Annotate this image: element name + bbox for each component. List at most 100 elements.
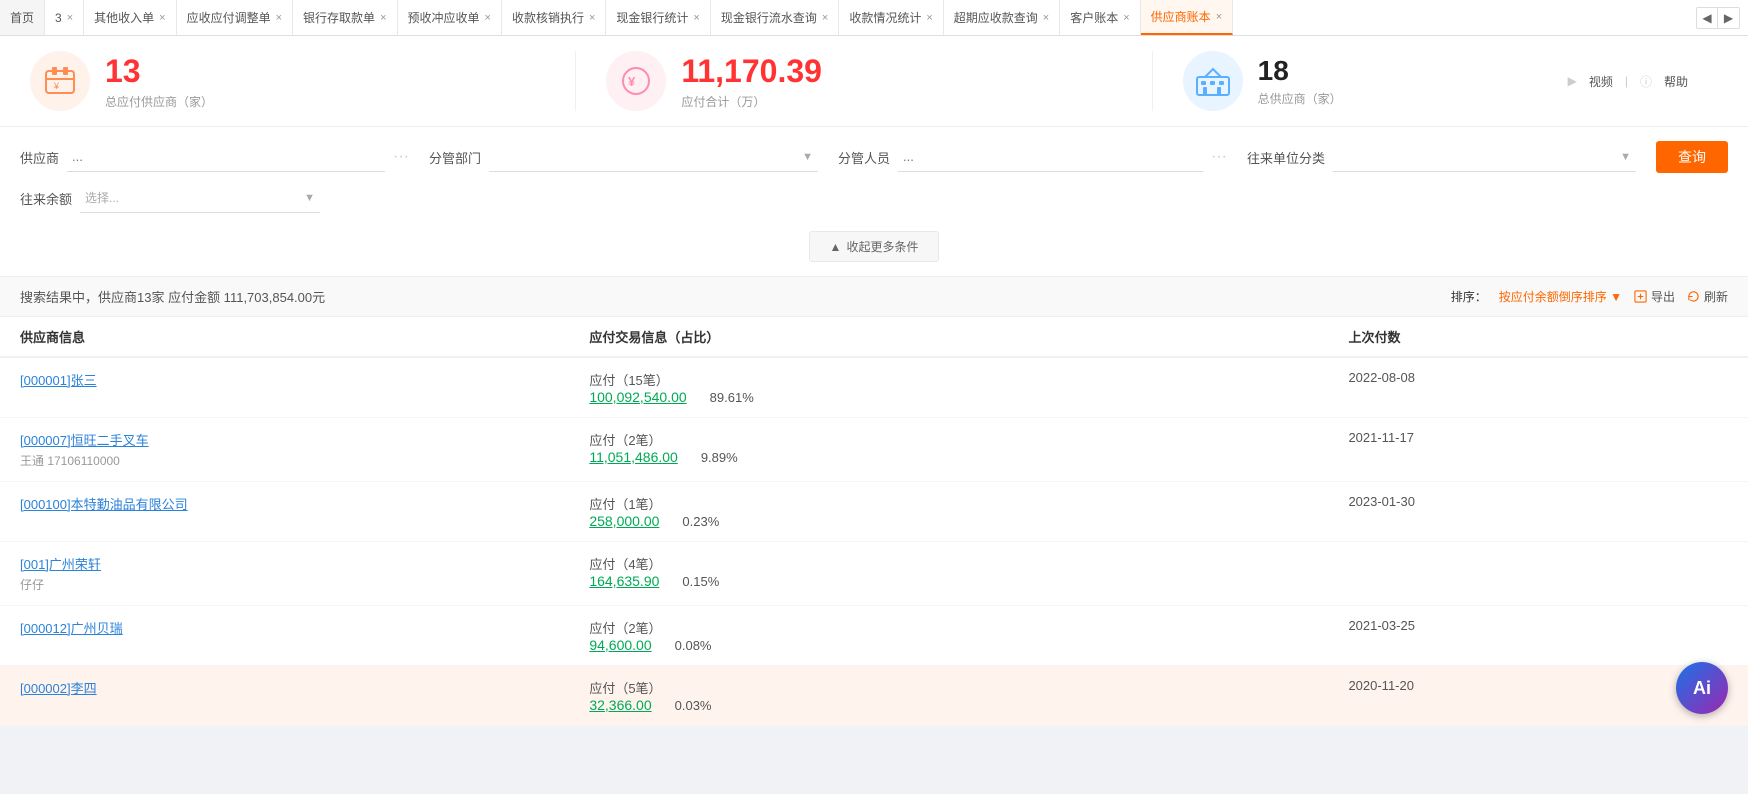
ai-assistant-button[interactable]: Ai <box>1676 662 1728 714</box>
supplier-link[interactable]: [000007]恒旺二手叉车 <box>20 430 589 449</box>
nav-tab-supplier-ledger[interactable]: 供应商账本 × <box>1141 0 1233 35</box>
transaction-amount[interactable]: 164,635.90 <box>589 573 659 589</box>
supplier-filter-input[interactable] <box>67 142 385 172</box>
transaction-pct: 89.61% <box>710 390 754 405</box>
top-navigation: 首页 3 × 其他收入单 × 应收应付调整单 × 银行存取款单 × 预收冲应收单… <box>0 0 1748 36</box>
nav-tab-overdue-close[interactable]: × <box>1043 12 1049 24</box>
table-header: 供应商信息 应付交易信息（占比） 上次付数 <box>0 317 1748 358</box>
transaction-amount[interactable]: 258,000.00 <box>589 513 659 529</box>
lastpay-col: 2021-11-17 <box>1348 430 1728 445</box>
table-body: [000001]张三 应付（15笔） 100,092,540.00 89.61%… <box>0 358 1748 726</box>
nav-tab-collection-stats[interactable]: 收款情况统计 × <box>839 0 943 35</box>
supplier-link[interactable]: [000100]本特勤油品有限公司 <box>20 494 589 513</box>
query-button[interactable]: 查询 <box>1656 141 1728 173</box>
nav-tab-cash-bank-stats-label: 现金银行统计 <box>616 9 688 26</box>
last-pay-date: 2020-11-20 <box>1348 678 1414 693</box>
transaction-row: 32,366.00 0.03% <box>589 697 1348 713</box>
nav-tab-customer-ledger[interactable]: 客户账本 × <box>1060 0 1140 35</box>
nav-tab-cash-bank-stats-close[interactable]: × <box>693 12 699 24</box>
transaction-amount[interactable]: 11,051,486.00 <box>589 449 678 465</box>
nav-tab-cash-bank-flow-close[interactable]: × <box>822 12 828 24</box>
nav-tab-other-income-label: 其他收入单 <box>94 9 154 26</box>
table-row: [000001]张三 应付（15笔） 100,092,540.00 89.61%… <box>0 358 1748 418</box>
summary-label-payable-suppliers: 总应付供应商（家） <box>105 93 213 110</box>
transaction-amount[interactable]: 100,092,540.00 <box>589 389 686 405</box>
nav-tab-cash-bank-stats[interactable]: 现金银行统计 × <box>606 0 710 35</box>
filter-item-dept: 分管部门 ▼ <box>429 142 818 172</box>
refresh-button[interactable]: 刷新 <box>1687 288 1728 305</box>
export-label: 导出 <box>1651 288 1675 305</box>
nav-tab-overdue[interactable]: 超期应收款查询 × <box>944 0 1060 35</box>
collapse-button[interactable]: ▲ 收起更多条件 <box>809 231 940 262</box>
transaction-pct: 9.89% <box>701 450 738 465</box>
transaction-col: 应付（5笔） 32,366.00 0.03% <box>589 678 1348 713</box>
transaction-row: 100,092,540.00 89.61% <box>589 389 1348 405</box>
summary-icon-total-payable: ¥ <box>606 51 666 111</box>
nav-tab-overdue-label: 超期应收款查询 <box>954 9 1038 26</box>
dept-filter-select[interactable]: ▼ <box>489 142 818 172</box>
nav-tab-adjustments-close[interactable]: × <box>276 12 282 24</box>
transaction-pct: 0.03% <box>675 698 712 713</box>
nav-tab-3[interactable]: 3 × <box>45 0 84 35</box>
supplier-info-col: [000001]张三 <box>20 370 589 392</box>
table-row: [000002]李四 应付（5笔） 32,366.00 0.03% 2020-1… <box>0 666 1748 726</box>
supplier-link[interactable]: [001]广州荣轩 <box>20 554 589 573</box>
nav-tab-supplier-ledger-close[interactable]: × <box>1216 11 1222 23</box>
nav-tab-collection-stats-close[interactable]: × <box>926 12 932 24</box>
transaction-amount[interactable]: 32,366.00 <box>589 697 651 713</box>
table-row: [000007]恒旺二手叉车 王通 17106110000 应付（2笔） 11,… <box>0 418 1748 482</box>
nav-tab-adjustments[interactable]: 应收应付调整单 × <box>177 0 293 35</box>
balance-filter-select[interactable]: 选择... ▼ <box>80 183 320 213</box>
last-pay-date: 2021-11-17 <box>1348 430 1414 445</box>
help-link[interactable]: 帮助 <box>1664 73 1688 90</box>
summary-number-total-payable: 11,170.39 <box>681 53 822 90</box>
nav-tab-collection-stats-label: 收款情况统计 <box>849 9 921 26</box>
nav-tab-prepay-close[interactable]: × <box>485 12 491 24</box>
balance-placeholder: 选择... <box>85 189 119 206</box>
nav-tab-supplier-ledger-label: 供应商账本 <box>1151 8 1211 25</box>
help-icon: ⓘ <box>1640 73 1652 90</box>
nav-tab-home-label: 首页 <box>10 9 34 26</box>
nav-prev-arrow[interactable]: ◀ <box>1696 7 1718 29</box>
table-row: [001]广州荣轩 仔仔 应付（4笔） 164,635.90 0.15% <box>0 542 1748 606</box>
supplier-sub: 仔仔 <box>20 576 589 593</box>
nav-tab-cash-bank-flow[interactable]: 现金银行流水查询 × <box>711 0 839 35</box>
nav-tab-collection[interactable]: 收款核销执行 × <box>502 0 606 35</box>
sort-value[interactable]: 按应付余额倒序排序 ▼ <box>1499 288 1622 305</box>
transaction-amount[interactable]: 94,600.00 <box>589 637 651 653</box>
transaction-row: 258,000.00 0.23% <box>589 513 1348 529</box>
supplier-info-col: [000002]李四 <box>20 678 589 700</box>
header-supplier: 供应商信息 <box>20 327 589 346</box>
summary-text-total-payable: 11,170.39 应付合计（万） <box>681 53 822 110</box>
filter-item-supplier: 供应商 ··· <box>20 142 409 172</box>
filter-item-person: 分管人员 ··· <box>838 142 1227 172</box>
nav-tab-other-income-close[interactable]: × <box>159 12 165 24</box>
nav-tab-prepay[interactable]: 预收冲应收单 × <box>398 0 502 35</box>
nav-tab-bank-deposit[interactable]: 银行存取款单 × <box>293 0 397 35</box>
export-button[interactable]: 导出 <box>1634 288 1675 305</box>
transaction-label: 应付（5笔） <box>589 678 1348 697</box>
filter-item-balance: 往来余额 选择... ▼ <box>20 183 320 213</box>
person-filter-input[interactable] <box>898 142 1203 172</box>
nav-tab-3-close[interactable]: × <box>67 12 73 24</box>
person-filter-label: 分管人员 <box>838 148 890 167</box>
nav-tab-other-income[interactable]: 其他收入单 × <box>84 0 176 35</box>
supplier-link[interactable]: [000001]张三 <box>20 370 589 389</box>
filter-area: 供应商 ··· 分管部门 ▼ 分管人员 ··· 往来单位分类 ▼ 查询 往来余额 <box>0 127 1748 277</box>
supplier-link[interactable]: [000012]广州贝瑞 <box>20 618 589 637</box>
nav-next-arrow[interactable]: ▶ <box>1718 7 1740 29</box>
refresh-label: 刷新 <box>1704 288 1728 305</box>
nav-tab-collection-label: 收款核销执行 <box>512 9 584 26</box>
transaction-label: 应付（1笔） <box>589 494 1348 513</box>
nav-tab-customer-ledger-close[interactable]: × <box>1123 12 1129 24</box>
nav-tab-collection-close[interactable]: × <box>589 12 595 24</box>
collapse-up-icon: ▲ <box>830 240 842 254</box>
header-lastpay: 上次付数 <box>1348 327 1728 346</box>
category-filter-select[interactable]: ▼ <box>1333 142 1636 172</box>
sort-label: 排序： <box>1451 288 1487 305</box>
balance-chevron-icon: ▼ <box>304 192 315 204</box>
nav-tab-bank-deposit-close[interactable]: × <box>380 12 386 24</box>
nav-tab-home[interactable]: 首页 <box>0 0 45 35</box>
video-link[interactable]: 视频 <box>1589 73 1613 90</box>
supplier-link[interactable]: [000002]李四 <box>20 678 589 697</box>
